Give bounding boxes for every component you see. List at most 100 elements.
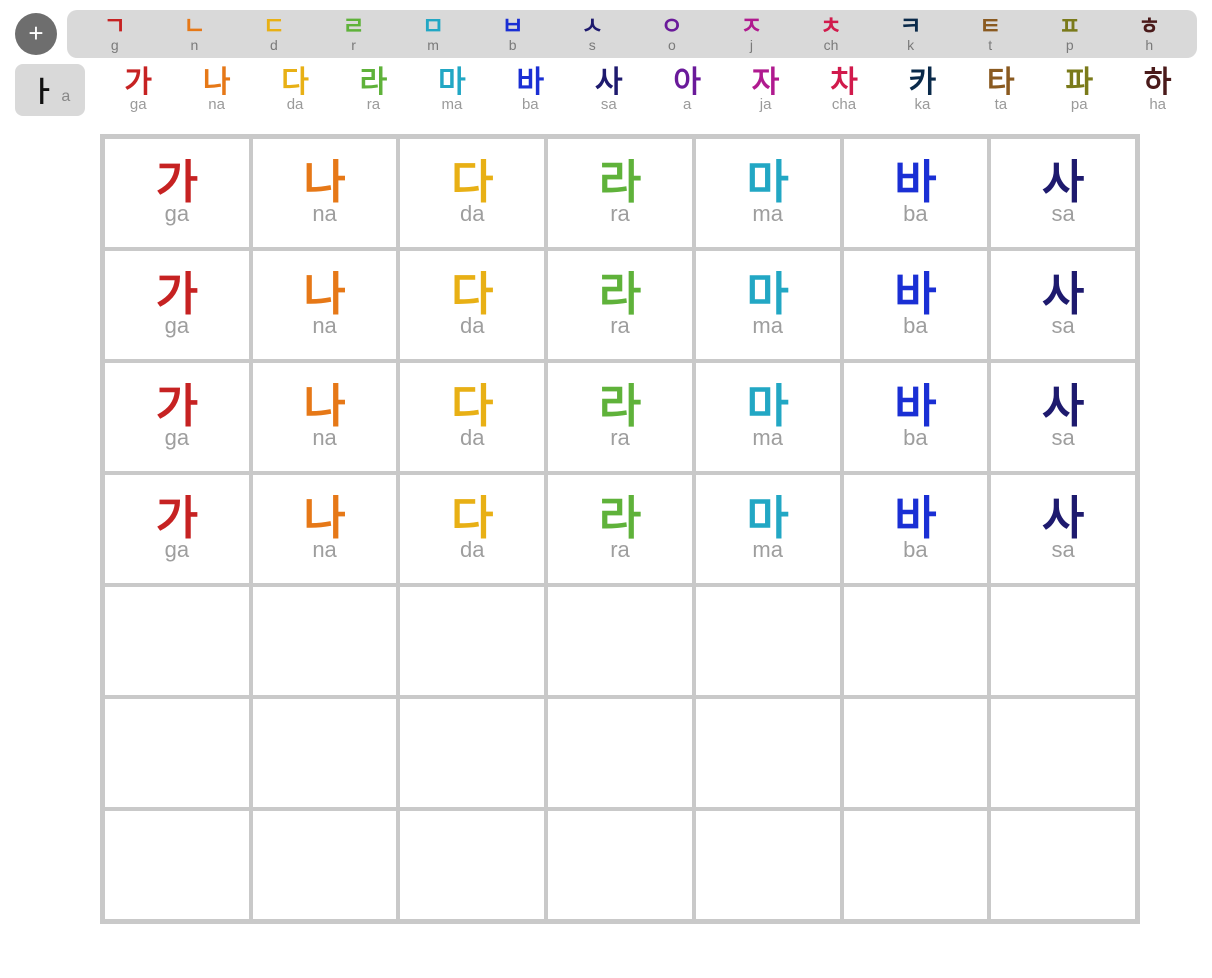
grid-cell[interactable]: 사sa bbox=[989, 361, 1137, 473]
consonant-item[interactable]: ㄱg bbox=[75, 14, 155, 54]
consonant-item[interactable]: ㅎh bbox=[1110, 14, 1190, 54]
grid-cell[interactable]: 나na bbox=[251, 137, 399, 249]
consonant-rom: p bbox=[1030, 38, 1110, 53]
grid-cell[interactable]: 마ma bbox=[694, 361, 842, 473]
cell-glyph: 가 bbox=[156, 271, 198, 317]
consonant-item[interactable]: ㄷd bbox=[234, 14, 314, 54]
grid-cell[interactable]: 나na bbox=[251, 249, 399, 361]
grid-cell[interactable] bbox=[989, 697, 1137, 809]
grid-cell[interactable] bbox=[842, 809, 990, 921]
consonant-item[interactable]: ㄴn bbox=[155, 14, 235, 54]
syllable-glyph: 아 bbox=[648, 66, 726, 99]
grid-cell[interactable] bbox=[694, 697, 842, 809]
grid-cell[interactable] bbox=[694, 809, 842, 921]
grid-cell[interactable] bbox=[103, 585, 251, 697]
grid-cell[interactable] bbox=[546, 809, 694, 921]
cell-glyph: 바 bbox=[894, 495, 936, 541]
cell-glyph: 라 bbox=[599, 383, 641, 429]
grid-cell[interactable] bbox=[989, 585, 1137, 697]
cell-glyph: 바 bbox=[894, 159, 936, 205]
consonant-rom: d bbox=[234, 38, 314, 53]
cell-rom: ga bbox=[165, 201, 189, 227]
syllable-item[interactable]: 타ta bbox=[962, 66, 1040, 114]
grid-cell[interactable]: 바ba bbox=[842, 473, 990, 585]
cell-rom: ra bbox=[610, 313, 630, 339]
cell-glyph: 가 bbox=[156, 159, 198, 205]
grid-cell[interactable] bbox=[251, 809, 399, 921]
consonant-item[interactable]: ㅈj bbox=[712, 14, 792, 54]
grid-cell[interactable] bbox=[989, 809, 1137, 921]
grid-cell[interactable]: 바ba bbox=[842, 249, 990, 361]
grid-cell[interactable] bbox=[546, 697, 694, 809]
grid-cell[interactable]: 다da bbox=[398, 249, 546, 361]
consonant-item[interactable]: ㅊch bbox=[791, 14, 871, 54]
consonant-item[interactable]: ㅁm bbox=[393, 14, 473, 54]
grid-cell[interactable]: 바ba bbox=[842, 361, 990, 473]
grid-cell[interactable]: 나na bbox=[251, 473, 399, 585]
consonant-item[interactable]: ㅇo bbox=[632, 14, 712, 54]
cell-rom: ra bbox=[610, 201, 630, 227]
syllable-strip: 가ga나na다da라ra마ma바ba사sa아a자ja차cha카ka타ta파pa하… bbox=[99, 66, 1197, 114]
syllable-glyph: 자 bbox=[726, 66, 804, 99]
cell-glyph: 바 bbox=[894, 271, 936, 317]
cell-rom: ba bbox=[903, 537, 927, 563]
grid-cell[interactable] bbox=[398, 585, 546, 697]
grid-cell[interactable]: 가ga bbox=[103, 137, 251, 249]
grid-cell[interactable]: 다da bbox=[398, 361, 546, 473]
syllable-item[interactable]: 마ma bbox=[413, 66, 491, 114]
grid-cell[interactable] bbox=[251, 585, 399, 697]
syllable-item[interactable]: 자ja bbox=[726, 66, 804, 114]
grid-cell[interactable]: 마ma bbox=[694, 249, 842, 361]
grid-cell[interactable]: 라ra bbox=[546, 137, 694, 249]
grid-cell[interactable]: 바ba bbox=[842, 137, 990, 249]
grid-cell[interactable]: 가ga bbox=[103, 361, 251, 473]
syllable-item[interactable]: 가ga bbox=[99, 66, 177, 114]
grid-cell[interactable] bbox=[842, 585, 990, 697]
syllable-item[interactable]: 카ka bbox=[883, 66, 961, 114]
grid-cell[interactable]: 사sa bbox=[989, 473, 1137, 585]
grid-cell[interactable]: 가ga bbox=[103, 473, 251, 585]
grid-cell[interactable] bbox=[251, 697, 399, 809]
grid-cell[interactable]: 라ra bbox=[546, 249, 694, 361]
grid-cell[interactable]: 사sa bbox=[989, 249, 1137, 361]
syllable-item[interactable]: 하ha bbox=[1118, 66, 1196, 114]
syllable-item[interactable]: 아a bbox=[648, 66, 726, 114]
grid-cell[interactable] bbox=[842, 697, 990, 809]
consonant-item[interactable]: ㅌt bbox=[950, 14, 1030, 54]
grid-cell[interactable] bbox=[103, 697, 251, 809]
syllable-item[interactable]: 차cha bbox=[805, 66, 883, 114]
grid-cell[interactable]: 다da bbox=[398, 137, 546, 249]
grid-cell[interactable]: 사sa bbox=[989, 137, 1137, 249]
grid-cell[interactable]: 라ra bbox=[546, 473, 694, 585]
consonant-item[interactable]: ㅅs bbox=[552, 14, 632, 54]
syllable-item[interactable]: 다da bbox=[256, 66, 334, 114]
consonant-item[interactable]: ㄹr bbox=[314, 14, 394, 54]
grid-cell[interactable]: 마ma bbox=[694, 137, 842, 249]
grid-cell[interactable]: 나na bbox=[251, 361, 399, 473]
grid-cell[interactable] bbox=[546, 585, 694, 697]
cell-rom: sa bbox=[1052, 425, 1075, 451]
syllable-item[interactable]: 라ra bbox=[334, 66, 412, 114]
add-button[interactable]: + bbox=[15, 13, 57, 55]
cell-rom: ma bbox=[752, 425, 783, 451]
vowel-tab[interactable]: ㅏ a bbox=[15, 64, 85, 116]
syllable-item[interactable]: 파pa bbox=[1040, 66, 1118, 114]
consonant-item[interactable]: ㅂb bbox=[473, 14, 553, 54]
grid-cell[interactable] bbox=[398, 697, 546, 809]
consonant-item[interactable]: ㅍp bbox=[1030, 14, 1110, 54]
cell-rom: sa bbox=[1052, 201, 1075, 227]
grid-cell[interactable]: 다da bbox=[398, 473, 546, 585]
consonant-item[interactable]: ㅋk bbox=[871, 14, 951, 54]
grid-cell[interactable] bbox=[398, 809, 546, 921]
grid-cell[interactable] bbox=[694, 585, 842, 697]
grid-cell[interactable]: 가ga bbox=[103, 249, 251, 361]
syllable-item[interactable]: 사sa bbox=[570, 66, 648, 114]
cell-rom: ba bbox=[903, 425, 927, 451]
grid-cell[interactable] bbox=[103, 809, 251, 921]
cell-glyph: 라 bbox=[599, 271, 641, 317]
syllable-glyph: 마 bbox=[413, 66, 491, 99]
syllable-item[interactable]: 바ba bbox=[491, 66, 569, 114]
syllable-item[interactable]: 나na bbox=[177, 66, 255, 114]
grid-cell[interactable]: 라ra bbox=[546, 361, 694, 473]
grid-cell[interactable]: 마ma bbox=[694, 473, 842, 585]
